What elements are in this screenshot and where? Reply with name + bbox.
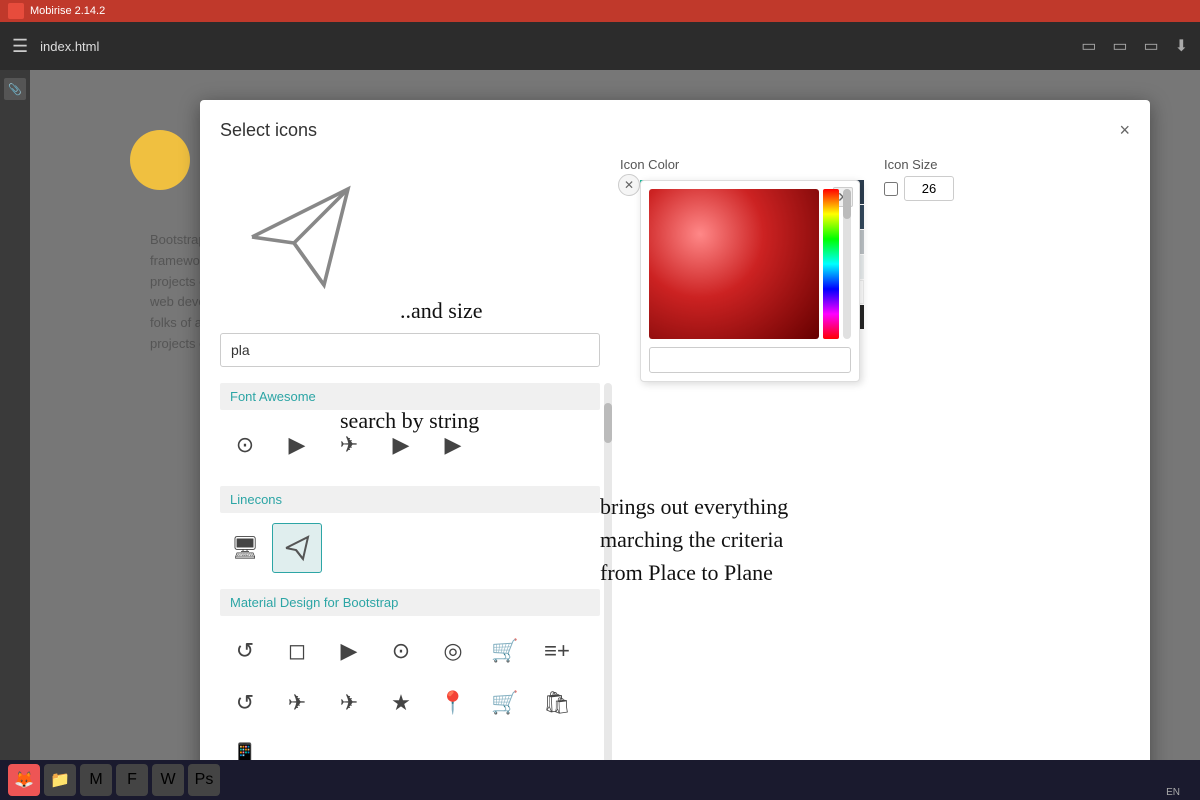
ps-taskbar-icon[interactable]: Ps: [188, 764, 220, 796]
icon-group-font-awesome: Font Awesome ⊙ ▶ ✈ ▶ ▶: [220, 383, 600, 474]
scroll-thumb[interactable]: [604, 403, 612, 443]
icon-group-material: Material Design for Bootstrap ↺ ◻ ▶ ⊙ ◎ …: [220, 589, 600, 760]
modal-header: Select icons ×: [220, 120, 1130, 141]
size-field-group: Icon Size: [884, 157, 954, 201]
md-icon-shopping-bag[interactable]: 🛍: [532, 678, 582, 728]
icon-list-scroll: Font Awesome ⊙ ▶ ✈ ▶ ▶: [220, 383, 600, 760]
scroll-track[interactable]: [604, 383, 612, 760]
ftp-taskbar-icon[interactable]: F: [116, 764, 148, 796]
monitor-icon[interactable]: ▭: [1081, 36, 1096, 56]
mobile-icon[interactable]: ▭: [1143, 36, 1158, 56]
picker-hex-input[interactable]: [649, 347, 851, 373]
color-close-button[interactable]: ✕: [618, 174, 640, 196]
icon-group-linecons: Linecons 🖥: [220, 486, 600, 577]
fa-icon-play[interactable]: ▶: [272, 420, 322, 470]
md-icon-shop[interactable]: 🛒: [480, 626, 530, 676]
picker-scrollbar[interactable]: [843, 189, 851, 339]
left-sidebar: 📎: [0, 70, 30, 760]
picker-color-area: [649, 189, 851, 339]
sidebar-clip-icon[interactable]: 📎: [4, 78, 26, 100]
firefox-taskbar-icon[interactable]: 🦊: [8, 764, 40, 796]
left-panel: Font Awesome ⊙ ▶ ✈ ▶ ▶: [220, 157, 600, 760]
md-icon-shopping-cart[interactable]: 🛒: [480, 678, 530, 728]
picker-hue-bar[interactable]: [823, 189, 839, 339]
icon-size-label: Icon Size: [884, 157, 954, 172]
taskbar-bottom: 🦊 📁 M F W Ps EN: [0, 760, 1200, 800]
color-picker-panel: ✕: [640, 180, 860, 382]
fa-icon-plane[interactable]: ✈: [324, 420, 374, 470]
md-icon-stars[interactable]: ★: [376, 678, 426, 728]
picker-gradient[interactable]: [649, 189, 819, 339]
filename-label: index.html: [40, 39, 99, 54]
size-field-row: [884, 176, 954, 201]
md-icon-airplanemode-on[interactable]: ✈: [324, 678, 374, 728]
app2-taskbar-icon[interactable]: M: [80, 764, 112, 796]
top-icons: ▭ ▭ ▭ ⬇: [1081, 36, 1188, 56]
md-icon-cast[interactable]: 📱: [220, 730, 270, 760]
fa-icon-play-circle[interactable]: ▶: [376, 420, 426, 470]
linecons-icons: 🖥: [220, 519, 600, 577]
font-awesome-header: Font Awesome: [220, 383, 600, 410]
modal-title: Select icons: [220, 120, 317, 141]
md-icon-place[interactable]: 📍: [428, 678, 478, 728]
app-icon: [8, 3, 24, 19]
modal-close-button[interactable]: ×: [1119, 120, 1130, 141]
size-input[interactable]: [904, 176, 954, 201]
lc-icon-plane[interactable]: [272, 523, 322, 573]
app-bar: ☰ index.html ▭ ▭ ▭ ⬇: [0, 22, 1200, 70]
md-icon-playlist-add[interactable]: ≡+: [532, 626, 582, 676]
tablet-icon[interactable]: ▭: [1112, 36, 1127, 56]
word-taskbar-icon[interactable]: W: [152, 764, 184, 796]
linecons-header: Linecons: [220, 486, 600, 513]
explorer-taskbar-icon[interactable]: 📁: [44, 764, 76, 796]
size-checkbox[interactable]: [884, 182, 898, 196]
download-icon[interactable]: ⬇: [1175, 36, 1188, 56]
page-area: Bootstrap is the most popular HTML, CSS,…: [30, 70, 1200, 760]
font-awesome-icons: ⊙ ▶ ✈ ▶ ▶: [220, 416, 600, 474]
md-icon-brightness[interactable]: ◻: [272, 626, 322, 676]
md-icon-play-circle[interactable]: ⊙: [376, 626, 426, 676]
language-label: EN: [1166, 787, 1180, 798]
lc-icon-desktop[interactable]: 🖥: [220, 523, 270, 573]
md-icon-airplanemode-off[interactable]: ✈: [272, 678, 322, 728]
icon-preview: [220, 157, 380, 317]
app-title: Mobirise 2.14.2: [30, 5, 105, 17]
fa-icon-youtube-play[interactable]: ▶: [428, 420, 478, 470]
md-icon-play-arrow[interactable]: ▶: [324, 626, 374, 676]
picker-scrollbar-thumb: [843, 189, 851, 219]
md-icon-play-circle-outline[interactable]: ◎: [428, 626, 478, 676]
modal-overlay: Select icons ×: [30, 70, 1200, 760]
fa-icon-play-circle-outline[interactable]: ⊙: [220, 420, 270, 470]
taskbar-top: Mobirise 2.14.2: [0, 0, 1200, 22]
material-icons: ↺ ◻ ▶ ⊙ ◎ 🛒 ≡+ ↺ ✈ ✈: [220, 622, 600, 760]
md-icon-replay[interactable]: ↺: [220, 626, 270, 676]
material-header: Material Design for Bootstrap: [220, 589, 600, 616]
hamburger-icon[interactable]: ☰: [12, 36, 28, 57]
search-input[interactable]: [220, 333, 600, 367]
paper-plane-preview-icon: [240, 177, 360, 297]
md-icon-replay-alt[interactable]: ↺: [220, 678, 270, 728]
icon-color-label: Icon Color: [620, 157, 864, 172]
content-area: 📎 Bootstrap is the most popular HTML, CS…: [0, 70, 1200, 760]
